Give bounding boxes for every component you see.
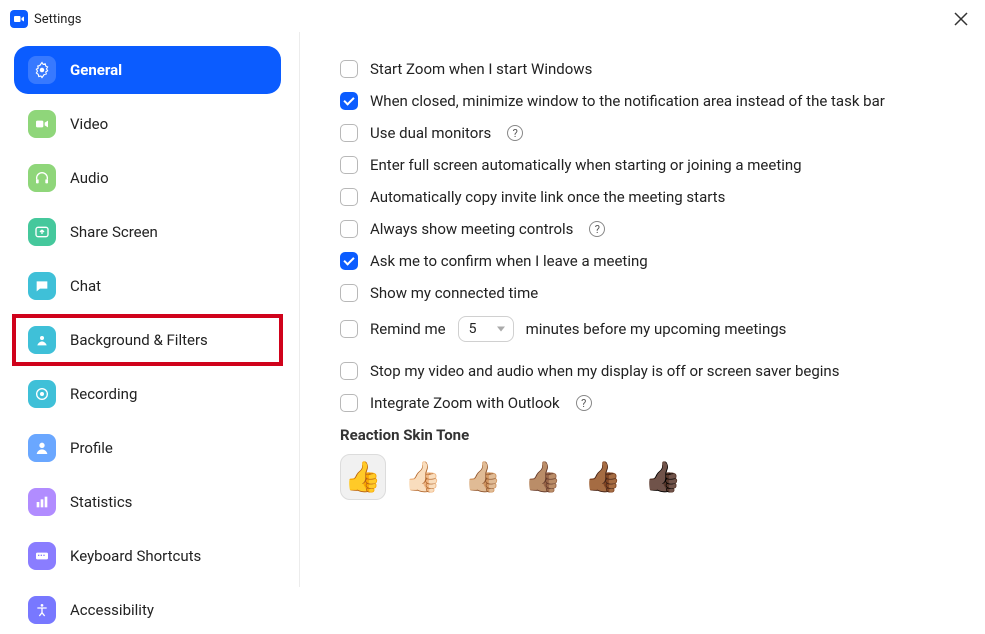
checkbox-minimize-to-tray[interactable] [340, 92, 358, 110]
reaction-skin-tone-heading: Reaction Skin Tone [340, 426, 945, 444]
chat-icon [28, 272, 56, 300]
option-show-controls: Always show meeting controls ? [340, 220, 945, 238]
option-connected-time: Show my connected time [340, 284, 945, 302]
option-label: Use dual monitors [370, 124, 491, 142]
option-label: Integrate Zoom with Outlook [370, 394, 560, 412]
skin-tone-option-2[interactable]: 👍🏼 [460, 454, 506, 500]
sidebar: General Video Audio Share Screen Chat [0, 32, 300, 587]
skin-tone-option-1[interactable]: 👍🏻 [400, 454, 446, 500]
sidebar-item-share-screen[interactable]: Share Screen [14, 208, 281, 256]
sidebar-item-statistics[interactable]: Statistics [14, 478, 281, 526]
checkbox-copy-invite[interactable] [340, 188, 358, 206]
sidebar-item-general[interactable]: General [14, 46, 281, 94]
option-label: Enter full screen automatically when sta… [370, 156, 802, 174]
keyboard-icon [28, 542, 56, 570]
skin-tone-option-5[interactable]: 👍🏿 [640, 454, 686, 500]
checkbox-full-screen[interactable] [340, 156, 358, 174]
help-icon[interactable]: ? [576, 395, 592, 411]
option-dual-monitors: Use dual monitors ? [340, 124, 945, 142]
skin-tone-row: 👍 👍🏻 👍🏼 👍🏽 👍🏾 👍🏿 [340, 454, 945, 500]
skin-tone-option-3[interactable]: 👍🏽 [520, 454, 566, 500]
sidebar-item-label: Chat [70, 277, 101, 295]
sidebar-item-label: Accessibility [70, 601, 154, 619]
sidebar-item-label: Background & Filters [70, 331, 208, 349]
option-stop-video-audio: Stop my video and audio when my display … [340, 362, 945, 380]
sidebar-item-label: Statistics [70, 493, 132, 511]
dropdown-value: 5 [469, 321, 477, 337]
gear-icon [28, 56, 56, 84]
skin-tone-option-0[interactable]: 👍 [340, 454, 386, 500]
sidebar-item-chat[interactable]: Chat [14, 262, 281, 310]
option-label: Always show meeting controls [370, 220, 573, 238]
skin-tone-option-4[interactable]: 👍🏾 [580, 454, 626, 500]
settings-content: Start Zoom when I start Windows When clo… [300, 32, 985, 587]
sidebar-item-profile[interactable]: Profile [14, 424, 281, 472]
option-label: Start Zoom when I start Windows [370, 60, 592, 78]
option-full-screen: Enter full screen automatically when sta… [340, 156, 945, 174]
checkbox-show-controls[interactable] [340, 220, 358, 238]
headphones-icon [28, 164, 56, 192]
video-icon [28, 110, 56, 138]
help-icon[interactable]: ? [507, 125, 523, 141]
titlebar-left: Settings [10, 10, 81, 28]
help-icon[interactable]: ? [589, 221, 605, 237]
share-screen-icon [28, 218, 56, 246]
sidebar-item-label: Profile [70, 439, 113, 457]
option-label: Show my connected time [370, 284, 538, 302]
option-remind: Remind me 5 minutes before my upcoming m… [340, 316, 945, 342]
checkbox-stop-video-audio[interactable] [340, 362, 358, 380]
statistics-icon [28, 488, 56, 516]
sidebar-item-keyboard-shortcuts[interactable]: Keyboard Shortcuts [14, 532, 281, 580]
sidebar-item-background-filters[interactable]: Background & Filters [14, 316, 281, 364]
sidebar-item-audio[interactable]: Audio [14, 154, 281, 202]
checkbox-dual-monitors[interactable] [340, 124, 358, 142]
close-button[interactable] [949, 7, 973, 31]
checkbox-remind[interactable] [340, 320, 358, 338]
checkbox-confirm-leave[interactable] [340, 252, 358, 270]
option-start-with-windows: Start Zoom when I start Windows [340, 60, 945, 78]
sidebar-item-label: Keyboard Shortcuts [70, 547, 201, 565]
option-label: Stop my video and audio when my display … [370, 362, 839, 380]
sidebar-item-label: General [70, 61, 122, 79]
option-outlook: Integrate Zoom with Outlook ? [340, 394, 945, 412]
background-icon [28, 326, 56, 354]
titlebar: Settings [0, 0, 985, 32]
sidebar-item-label: Video [70, 115, 108, 133]
app-icon [10, 10, 28, 28]
sidebar-item-video[interactable]: Video [14, 100, 281, 148]
sidebar-item-label: Audio [70, 169, 109, 187]
accessibility-icon [28, 596, 56, 624]
sidebar-item-label: Recording [70, 385, 137, 403]
option-label-prefix: Remind me [370, 320, 446, 338]
option-label-suffix: minutes before my upcoming meetings [526, 320, 787, 338]
option-label: Automatically copy invite link once the … [370, 188, 725, 206]
sidebar-item-accessibility[interactable]: Accessibility [14, 586, 281, 634]
checkbox-connected-time[interactable] [340, 284, 358, 302]
option-label: When closed, minimize window to the noti… [370, 92, 885, 110]
option-confirm-leave: Ask me to confirm when I leave a meeting [340, 252, 945, 270]
option-label: Ask me to confirm when I leave a meeting [370, 252, 648, 270]
recording-icon [28, 380, 56, 408]
option-copy-invite: Automatically copy invite link once the … [340, 188, 945, 206]
checkbox-start-with-windows[interactable] [340, 60, 358, 78]
main-container: General Video Audio Share Screen Chat [0, 32, 985, 587]
window-title: Settings [34, 12, 81, 27]
profile-icon [28, 434, 56, 462]
checkbox-outlook[interactable] [340, 394, 358, 412]
sidebar-item-recording[interactable]: Recording [14, 370, 281, 418]
sidebar-item-label: Share Screen [70, 223, 158, 241]
remind-minutes-dropdown[interactable]: 5 [458, 316, 514, 342]
option-minimize-to-tray: When closed, minimize window to the noti… [340, 92, 945, 110]
